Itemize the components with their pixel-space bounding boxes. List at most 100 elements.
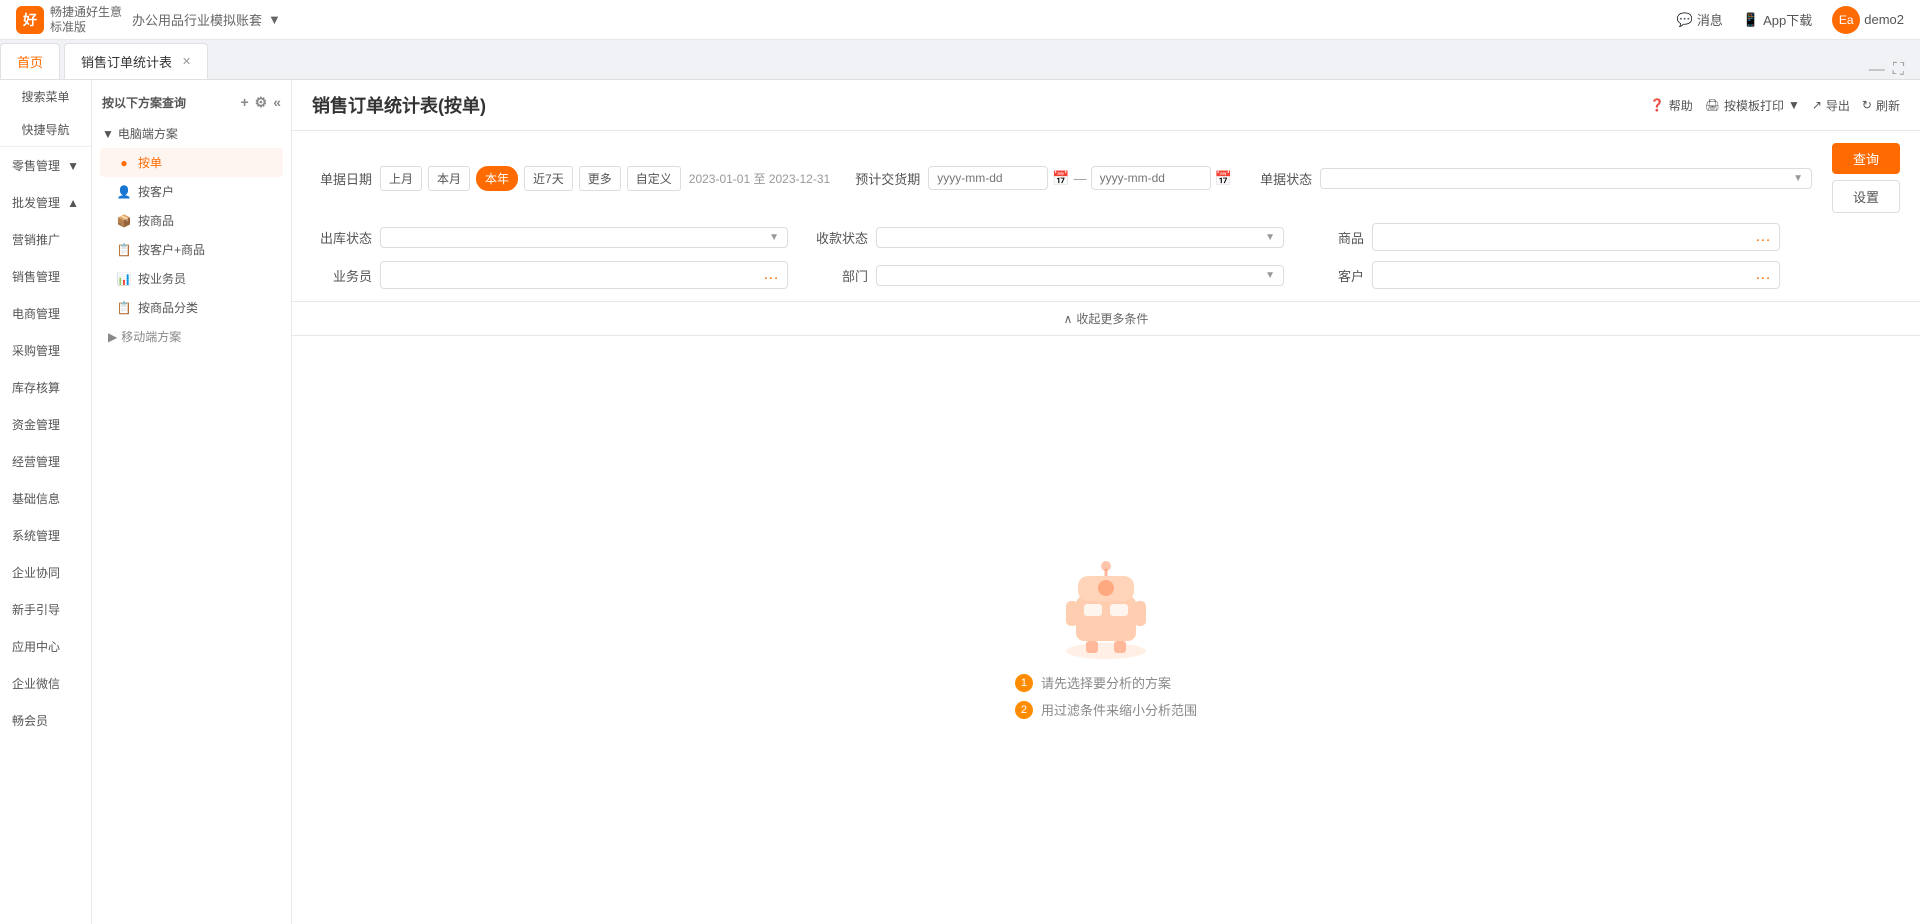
filter-area: 单据日期 上月 本月 本年 近7天 更多 自定义 2023-01-01 至 20… <box>292 131 1920 302</box>
top-bar-left: 好 畅捷通好生意 标准版 办公用品行业模拟账套 ▼ <box>16 5 281 34</box>
payment-label: 收款状态 <box>808 228 868 247</box>
query-button[interactable]: 查询 <box>1832 143 1900 174</box>
sidebar-item-sales-label: 销售管理 <box>12 268 60 285</box>
sidebar-item-basic[interactable]: 基础信息 <box>0 480 91 517</box>
scheme-mobile-group[interactable]: ▶ 移动端方案 <box>92 322 291 351</box>
date-this-month[interactable]: 本月 <box>428 166 470 191</box>
sidebar-quick-nav[interactable]: 快捷导航 <box>0 113 91 147</box>
sidebar-item-wechat[interactable]: 企业微信 <box>0 665 91 702</box>
salesperson-label: 业务员 <box>312 266 372 285</box>
quick-nav-label: 快捷导航 <box>21 123 69 137</box>
breadcrumb-area[interactable]: 办公用品行业模拟账套 ▼ <box>132 10 281 29</box>
sidebar-wholesale-arrow: ▲ <box>67 196 79 210</box>
outbound-select[interactable]: ▼ <box>380 227 788 248</box>
tab-sales-stat[interactable]: 销售订单统计表 ✕ <box>64 43 208 79</box>
tab-maximize-icon[interactable]: ⛶ <box>1893 61 1904 79</box>
sidebar-item-purchase[interactable]: 采购管理 <box>0 332 91 369</box>
print-button[interactable]: 🖨 按模板打印 ▼ <box>1705 97 1800 114</box>
sidebar-item-finance-label: 资金管理 <box>12 416 60 433</box>
date-last-month[interactable]: 上月 <box>380 166 422 191</box>
date-more[interactable]: 更多 <box>579 166 621 191</box>
tab-home[interactable]: 首页 <box>0 43 60 79</box>
tab-bar-right: — ⛶ <box>1869 61 1920 79</box>
sidebar-item-marketing[interactable]: 营销推广 <box>0 221 91 258</box>
print-dropdown-icon[interactable]: ▼ <box>1788 98 1800 112</box>
sidebar-item-enterprise[interactable]: 企业协同 <box>0 554 91 591</box>
expected-date-label: 预计交货期 <box>850 169 920 188</box>
scheme-by-cust-prod-icon: 📋 <box>116 242 132 258</box>
tab-home-label: 首页 <box>17 52 43 71</box>
user-menu[interactable]: Ea demo2 <box>1832 6 1904 34</box>
tab-close-icon[interactable]: ✕ <box>182 55 191 68</box>
sidebar-item-sales[interactable]: 销售管理 <box>0 258 91 295</box>
scheme-header: 按以下方案查询 + ⚙ « <box>92 88 291 119</box>
sidebar-item-appstore[interactable]: 应用中心 <box>0 628 91 665</box>
salesperson-more-icon[interactable]: … <box>763 266 779 284</box>
message-icon: 💬 <box>1677 12 1693 28</box>
department-label: 部门 <box>808 266 868 285</box>
customer-select[interactable]: … <box>1372 261 1780 289</box>
sidebar-item-operation[interactable]: 经营管理 <box>0 443 91 480</box>
scheme-collapse-icon[interactable]: « <box>273 94 281 111</box>
empty-tip-2-text: 用过滤条件来缩小分析范围 <box>1041 700 1197 719</box>
tab-minimize-icon[interactable]: — <box>1869 61 1885 79</box>
sidebar-item-inventory[interactable]: 库存核算 <box>0 369 91 406</box>
top-bar-right: 💬 消息 📱 App下载 Ea demo2 <box>1677 6 1904 34</box>
date-label: 单据日期 <box>312 169 372 188</box>
sidebar-item-newbie[interactable]: 新手引导 <box>0 591 91 628</box>
scheme-item-by-cust-prod[interactable]: 📋 按客户+商品 <box>100 235 283 264</box>
scheme-by-product-icon: 📦 <box>116 213 132 229</box>
status-select[interactable]: ▼ <box>1320 168 1812 189</box>
product-select[interactable]: … <box>1372 223 1780 251</box>
scheme-item-by-category[interactable]: 📋 按商品分类 <box>100 293 283 322</box>
scheme-pc-group-title[interactable]: ▼ 电脑端方案 <box>100 119 283 148</box>
calendar-start-icon[interactable]: 📅 <box>1052 170 1069 187</box>
scheme-settings-icon[interactable]: ⚙ <box>255 94 268 111</box>
refresh-button[interactable]: ↻ 刷新 <box>1862 97 1900 114</box>
sidebar-item-wholesale-label: 批发管理 <box>12 194 60 211</box>
setting-button[interactable]: 设置 <box>1832 180 1900 213</box>
sidebar-item-system[interactable]: 系统管理 <box>0 517 91 554</box>
payment-select[interactable]: ▼ <box>876 227 1284 248</box>
scheme-item-by-order[interactable]: ● 按单 <box>100 148 283 177</box>
scheme-item-by-staff[interactable]: 📊 按业务员 <box>100 264 283 293</box>
salesperson-select[interactable]: … <box>380 261 788 289</box>
date-custom[interactable]: 自定义 <box>627 166 681 191</box>
empty-tip-1-text: 请先选择要分析的方案 <box>1041 673 1171 692</box>
expected-date-end[interactable] <box>1091 166 1211 190</box>
product-more-icon[interactable]: … <box>1755 228 1771 246</box>
logo-icon: 好 <box>16 6 44 34</box>
messages-button[interactable]: 💬 消息 <box>1677 10 1723 29</box>
sidebar-search-menu[interactable]: 搜索菜单 <box>0 80 91 113</box>
collapse-button[interactable]: ∧ 收起更多条件 <box>1064 310 1149 327</box>
tip-num-2: 2 <box>1015 701 1033 719</box>
scheme-item-by-customer[interactable]: 👤 按客户 <box>100 177 283 206</box>
help-button[interactable]: ❓ 帮助 <box>1650 97 1693 114</box>
date-this-year[interactable]: 本年 <box>476 166 518 191</box>
customer-more-icon[interactable]: … <box>1755 266 1771 284</box>
export-button[interactable]: ↗ 导出 <box>1812 97 1850 114</box>
department-select[interactable]: ▼ <box>876 265 1284 286</box>
collapse-bar[interactable]: ∧ 收起更多条件 <box>292 302 1920 336</box>
scheme-panel: 按以下方案查询 + ⚙ « ▼ 电脑端方案 ● 按单 👤 按 <box>92 80 292 924</box>
expected-date-group: 📅 — 📅 <box>928 166 1232 190</box>
app-download-button[interactable]: 📱 App下载 <box>1743 10 1812 29</box>
scheme-by-category-label: 按商品分类 <box>138 299 198 316</box>
scheme-item-by-product[interactable]: 📦 按商品 <box>100 206 283 235</box>
payment-dropdown-icon: ▼ <box>1265 232 1275 243</box>
sidebar-item-ecommerce[interactable]: 电商管理 <box>0 295 91 332</box>
empty-tip-1: 1 请先选择要分析的方案 <box>1015 673 1197 692</box>
scheme-add-icon[interactable]: + <box>240 94 248 111</box>
tip-num-1: 1 <box>1015 674 1033 692</box>
sidebar-item-ecommerce-label: 电商管理 <box>12 305 60 322</box>
sidebar-item-member[interactable]: 畅会员 <box>0 702 91 739</box>
expected-date-start[interactable] <box>928 166 1048 190</box>
sidebar-item-retail[interactable]: 零售管理 ▼ <box>0 147 91 184</box>
print-icon: 🖨 <box>1705 98 1720 112</box>
sidebar-item-operation-label: 经营管理 <box>12 453 60 470</box>
sidebar-item-wholesale[interactable]: 批发管理 ▲ <box>0 184 91 221</box>
sidebar-item-finance[interactable]: 资金管理 <box>0 406 91 443</box>
calendar-end-icon[interactable]: 📅 <box>1215 170 1232 187</box>
date-last-7[interactable]: 近7天 <box>524 166 573 191</box>
breadcrumb-dropdown-icon[interactable]: ▼ <box>268 12 281 27</box>
